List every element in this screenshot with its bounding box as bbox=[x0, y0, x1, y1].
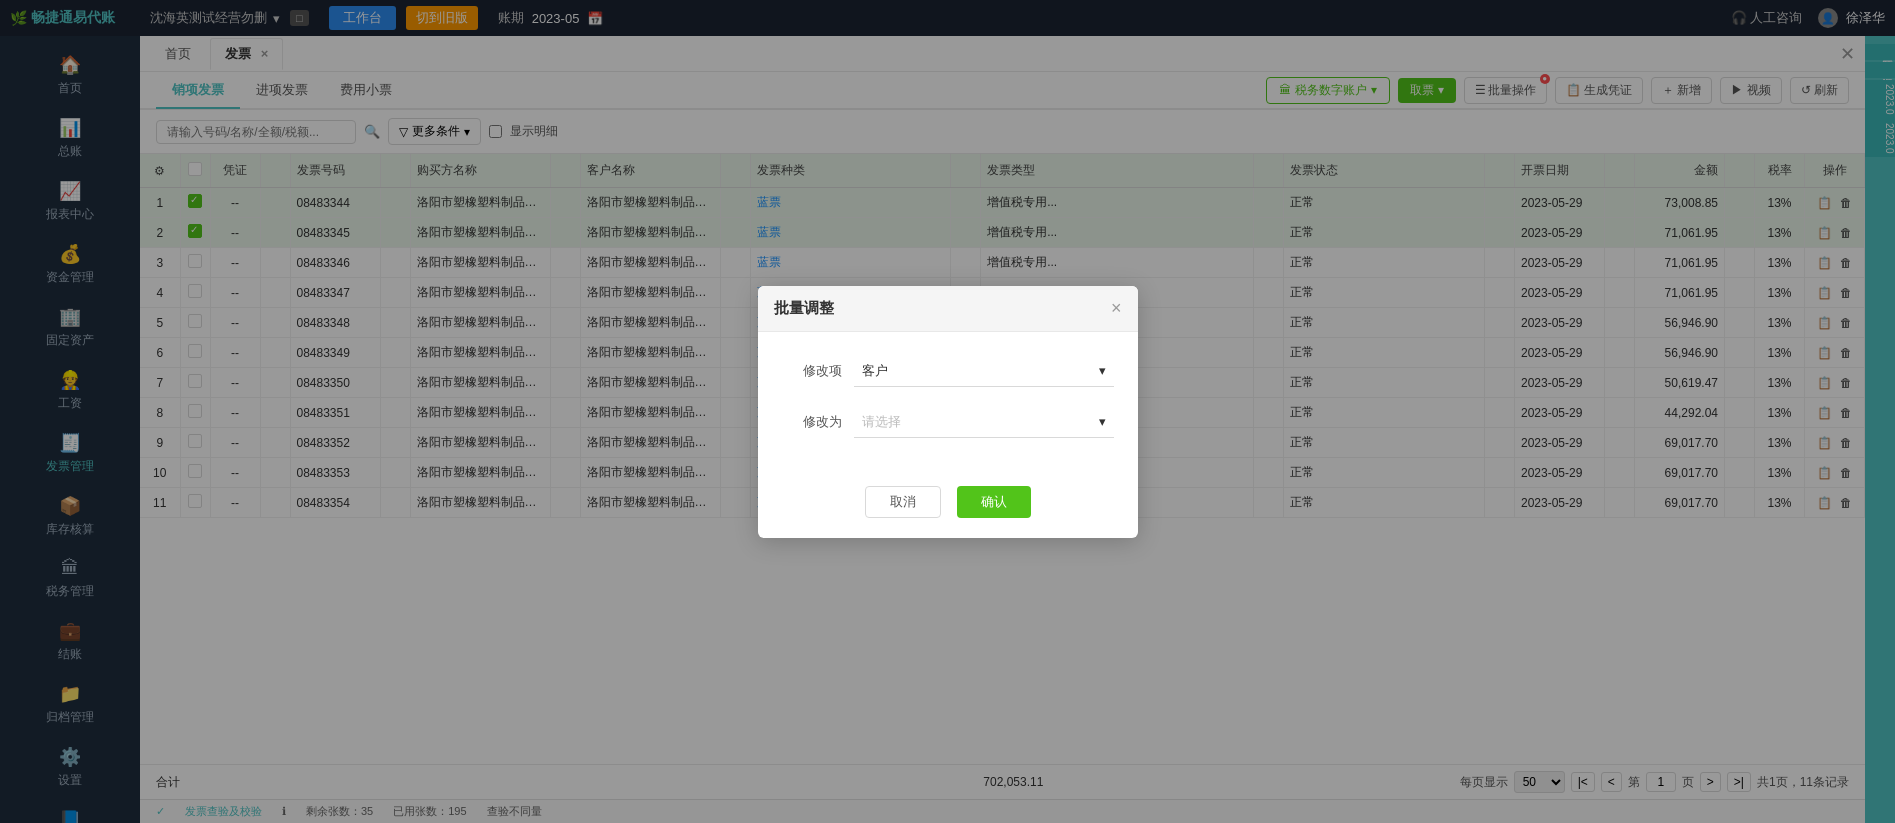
confirm-button[interactable]: 确认 bbox=[957, 486, 1031, 518]
field-chevron-icon: ▾ bbox=[1099, 363, 1106, 378]
modal-overlay: 批量调整 × 修改项 客户 ▾ 修改为 请选择 ▾ bbox=[0, 0, 1895, 823]
modal-value-label: 修改为 bbox=[782, 413, 842, 431]
modal-value-placeholder: 请选择 bbox=[862, 413, 901, 431]
modal-body: 修改项 客户 ▾ 修改为 请选择 ▾ bbox=[758, 332, 1138, 474]
modal-field-label: 修改项 bbox=[782, 362, 842, 380]
modal-close-button[interactable]: × bbox=[1111, 298, 1122, 319]
modal-field-row: 修改项 客户 ▾ bbox=[782, 356, 1114, 387]
modal-field-select[interactable]: 客户 ▾ bbox=[854, 356, 1114, 387]
modal-value-select[interactable]: 请选择 ▾ bbox=[854, 407, 1114, 438]
modal-field-value: 客户 bbox=[862, 362, 888, 380]
modal-value-row: 修改为 请选择 ▾ bbox=[782, 407, 1114, 438]
value-chevron-icon: ▾ bbox=[1099, 414, 1106, 429]
cancel-button[interactable]: 取消 bbox=[865, 486, 941, 518]
modal-header: 批量调整 × bbox=[758, 286, 1138, 332]
main-layout: 🏠 首页 📊 总账 📈 报表中心 💰 资金管理 🏢 固定资产 👷 工资 🧾 发票… bbox=[0, 36, 1895, 823]
modal-footer: 取消 确认 bbox=[758, 474, 1138, 538]
modal-title: 批量调整 bbox=[774, 299, 834, 318]
batch-adjust-modal: 批量调整 × 修改项 客户 ▾ 修改为 请选择 ▾ bbox=[758, 286, 1138, 538]
